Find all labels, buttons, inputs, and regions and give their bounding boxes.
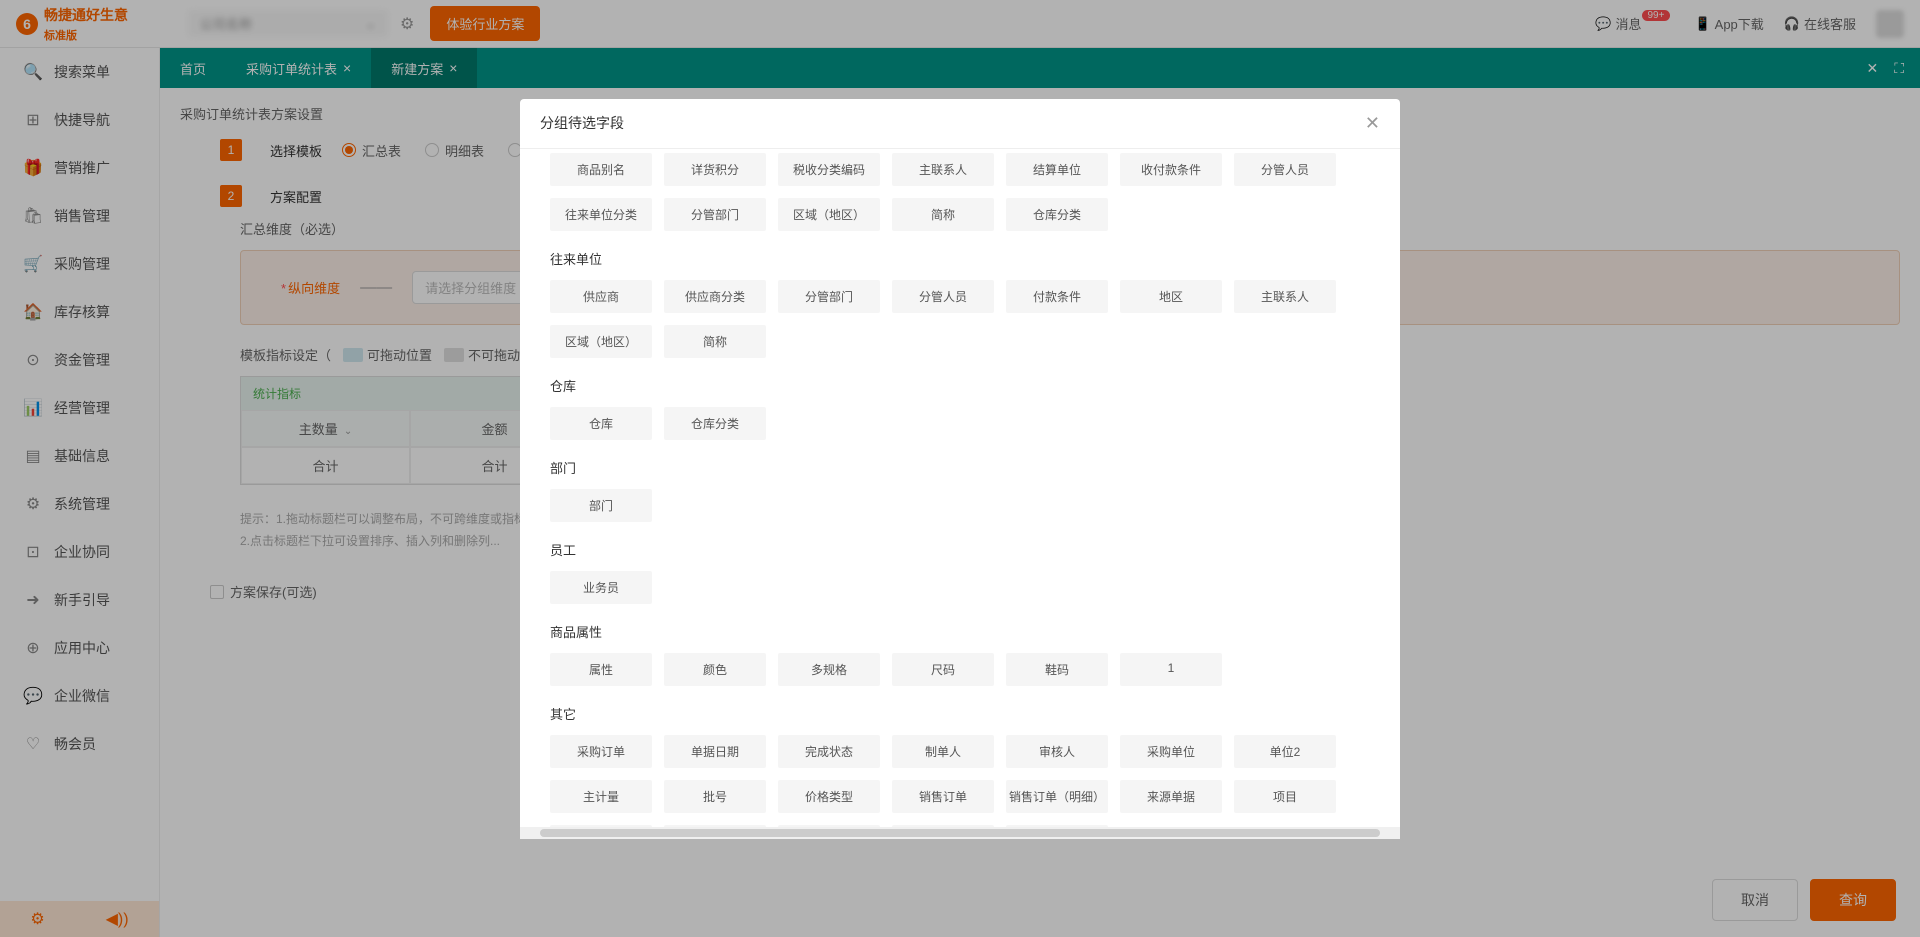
field-chip[interactable]: 地区 — [1120, 280, 1222, 313]
group-title: 往来单位 — [550, 249, 1370, 268]
field-chip[interactable]: 完成状态 — [778, 735, 880, 768]
field-chip[interactable]: 来源单据 — [1120, 780, 1222, 813]
field-chip[interactable]: 仓库 — [550, 407, 652, 440]
field-chip[interactable]: 税收分类编码 — [778, 153, 880, 186]
field-chip[interactable]: 属性 — [550, 653, 652, 686]
field-chip[interactable]: 审核人 — [1006, 735, 1108, 768]
field-chip[interactable]: 制单人 — [892, 735, 994, 768]
field-chip[interactable]: 付款条件 — [1006, 280, 1108, 313]
field-chip[interactable]: 批号 — [664, 780, 766, 813]
field-chip[interactable]: 1 — [1120, 653, 1222, 686]
group-title: 商品属性 — [550, 622, 1370, 641]
group-title: 仓库 — [550, 376, 1370, 395]
field-chip[interactable]: 销售订单（明细） — [1006, 780, 1108, 813]
field-chip[interactable]: 供应商分类 — [664, 280, 766, 313]
field-chip[interactable]: 区域（地区） — [778, 198, 880, 231]
field-chip[interactable]: 结算单位 — [1006, 153, 1108, 186]
group-title: 员工 — [550, 540, 1370, 559]
field-chip[interactable]: 鞋码 — [1006, 653, 1108, 686]
group-title: 部门 — [550, 458, 1370, 477]
field-chip[interactable]: 主计量 — [550, 780, 652, 813]
field-chip[interactable]: 供应商 — [550, 280, 652, 313]
field-chip[interactable]: 单位2 — [1234, 735, 1336, 768]
group-title: 其它 — [550, 704, 1370, 723]
field-chip[interactable]: 简称 — [892, 198, 994, 231]
field-chip[interactable]: 销售订单 — [892, 780, 994, 813]
field-chip[interactable]: 仓库分类 — [664, 407, 766, 440]
field-chip[interactable]: 商品别名 — [550, 153, 652, 186]
field-chip[interactable]: 分管人员 — [892, 280, 994, 313]
close-icon[interactable]: ✕ — [1365, 113, 1380, 134]
horizontal-scrollbar[interactable] — [520, 827, 1400, 839]
field-chip[interactable]: 颜色 — [664, 653, 766, 686]
field-chip[interactable]: 价格类型 — [778, 780, 880, 813]
field-chip[interactable]: 尺码 — [892, 653, 994, 686]
field-chip[interactable]: 主联系人 — [1234, 280, 1336, 313]
field-chip[interactable]: 仓库分类 — [1006, 198, 1108, 231]
field-chip[interactable]: 区域（地区） — [550, 325, 652, 358]
field-chip[interactable]: 分管部门 — [778, 280, 880, 313]
field-chip[interactable]: 部门 — [550, 489, 652, 522]
field-chip[interactable]: 业务员 — [550, 571, 652, 604]
field-chip[interactable]: 项目 — [1234, 780, 1336, 813]
field-selector-modal: 分组待选字段 ✕ 商品别名详货积分税收分类编码主联系人结算单位收付款条件分管人员… — [520, 99, 1400, 839]
field-chip[interactable]: 收付款条件 — [1120, 153, 1222, 186]
field-chip[interactable]: 分管人员 — [1234, 153, 1336, 186]
field-chip[interactable]: 采购单位 — [1120, 735, 1222, 768]
field-chip[interactable]: 采购订单 — [550, 735, 652, 768]
field-chip[interactable]: 分管部门 — [664, 198, 766, 231]
field-chip[interactable]: 往来单位分类 — [550, 198, 652, 231]
field-chip[interactable]: 主联系人 — [892, 153, 994, 186]
field-chip[interactable]: 多规格 — [778, 653, 880, 686]
modal-title: 分组待选字段 — [540, 113, 624, 133]
field-chip[interactable]: 简称 — [664, 325, 766, 358]
field-chip[interactable]: 单据日期 — [664, 735, 766, 768]
field-chip[interactable]: 详货积分 — [664, 153, 766, 186]
